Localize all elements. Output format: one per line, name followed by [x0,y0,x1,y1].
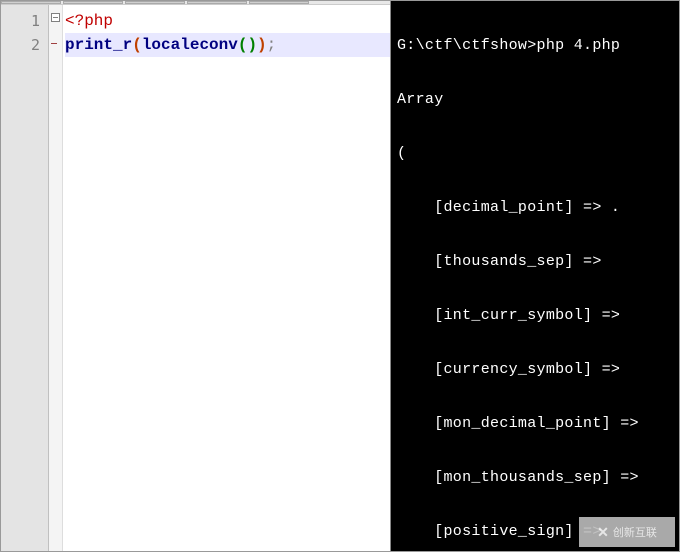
fold-column [49,5,63,551]
code-line-2: print_r(localeconv()); [65,33,390,57]
term-output: Array [397,91,673,109]
term-output: [int_curr_symbol] => [397,307,673,325]
func-print-r: print_r [65,36,132,54]
code-area[interactable]: <?php print_r(localeconv()); [63,5,390,551]
term-output: ( [397,145,673,163]
paren-open: ( [132,36,142,54]
term-output: [decimal_point] => . [397,199,673,217]
line-number: 2 [1,33,40,57]
php-open-tag: <?php [65,12,113,30]
term-output: [thousands_sep] => [397,253,673,271]
term-output: [currency_symbol] => [397,361,673,379]
fold-guide-icon [51,36,60,50]
watermark-text: 创新互联 [613,524,657,540]
paren-inner: () [238,36,257,54]
editor-body: 1 2 <?php print_r(localeconv()); [1,5,390,551]
line-number-gutter: 1 2 [1,5,49,551]
func-localeconv: localeconv [142,36,238,54]
code-line-1: <?php [65,9,390,33]
watermark-badge: ✕ 创新互联 [579,517,675,547]
term-output: [mon_decimal_point] => [397,415,673,433]
tab-stub[interactable] [1,1,61,4]
term-output: [mon_thousands_sep] => [397,469,673,487]
semicolon: ; [267,36,277,54]
tab-stub[interactable] [125,1,185,4]
term-prompt-line: G:\ctf\ctfshow>php 4.php [397,37,673,55]
tab-stub[interactable] [187,1,247,4]
fold-minus-icon[interactable] [51,13,60,22]
paren-close: ) [257,36,267,54]
tab-stub[interactable] [63,1,123,4]
tab-stub[interactable] [249,1,309,4]
line-number: 1 [1,9,40,33]
watermark-logo-icon: ✕ [597,524,609,541]
terminal-pane[interactable]: G:\ctf\ctfshow>php 4.php Array ( [decima… [391,1,679,551]
editor-pane: 1 2 <?php print_r(localeconv()); [1,1,391,551]
